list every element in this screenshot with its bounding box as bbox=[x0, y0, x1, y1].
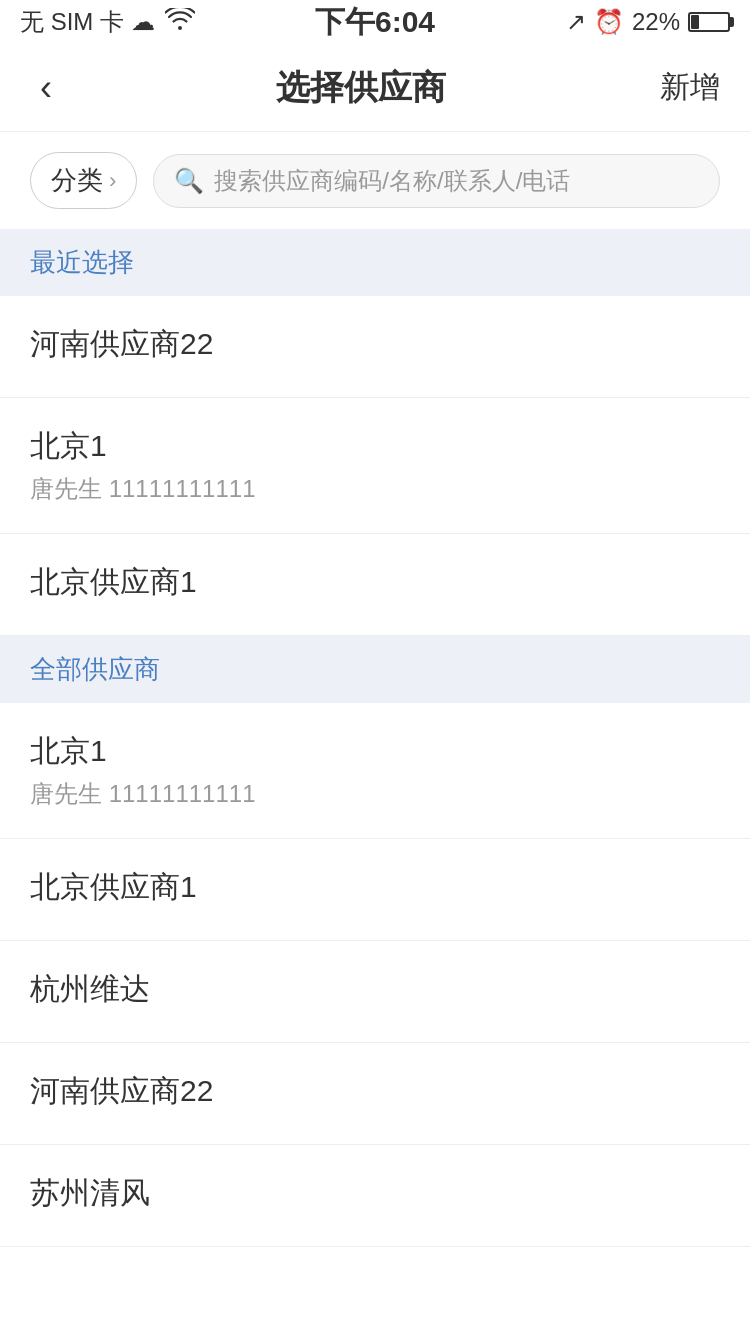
item-name: 河南供应商22 bbox=[30, 1071, 720, 1112]
wifi-icon bbox=[165, 8, 195, 36]
add-button[interactable]: 新增 bbox=[660, 67, 720, 108]
item-name: 河南供应商22 bbox=[30, 324, 720, 365]
item-name: 杭州维达 bbox=[30, 969, 720, 1010]
location-icon: ↗ bbox=[566, 8, 586, 36]
back-button[interactable]: ‹ bbox=[30, 57, 62, 119]
all-list-item[interactable]: 河南供应商22 bbox=[0, 1043, 750, 1145]
all-list-item[interactable]: 北京1 唐先生 11111111111 bbox=[0, 703, 750, 839]
alarm-icon: ⏰ bbox=[594, 8, 624, 36]
recent-list-item[interactable]: 河南供应商22 bbox=[0, 296, 750, 398]
category-label: 分类 bbox=[51, 163, 103, 198]
chevron-right-icon: › bbox=[109, 168, 116, 194]
battery-icon bbox=[688, 12, 730, 32]
item-name: 北京1 bbox=[30, 426, 720, 467]
search-placeholder: 搜索供应商编码/名称/联系人/电话 bbox=[214, 165, 570, 197]
all-list-item[interactable]: 北京供应商1 bbox=[0, 839, 750, 941]
recent-section-header: 最近选择 bbox=[0, 229, 750, 296]
status-time: 下午6:04 bbox=[315, 2, 435, 43]
all-list-item[interactable]: 苏州清风 bbox=[0, 1145, 750, 1247]
all-list: 北京1 唐先生 11111111111 北京供应商1 杭州维达河南供应商22 苏州清风 bbox=[0, 703, 750, 1247]
recent-list-item[interactable]: 北京供应商1 bbox=[0, 534, 750, 636]
item-sub: 唐先生 11111111111 bbox=[30, 778, 720, 810]
sim-status: 无 SIM 卡 ☁ bbox=[20, 6, 155, 38]
status-right: ↗ ⏰ 22% bbox=[566, 8, 730, 36]
item-name: 北京1 bbox=[30, 731, 720, 772]
search-box[interactable]: 🔍 搜索供应商编码/名称/联系人/电话 bbox=[153, 154, 720, 208]
item-sub: 唐先生 11111111111 bbox=[30, 473, 720, 505]
nav-bar: ‹ 选择供应商 新增 bbox=[0, 44, 750, 132]
battery-percent: 22% bbox=[632, 8, 680, 36]
all-section-label: 全部供应商 bbox=[30, 654, 160, 684]
item-name: 北京供应商1 bbox=[30, 562, 720, 603]
search-icon: 🔍 bbox=[174, 167, 204, 195]
all-list-item[interactable]: 杭州维达 bbox=[0, 941, 750, 1043]
nav-title: 选择供应商 bbox=[276, 65, 446, 111]
recent-section-label: 最近选择 bbox=[30, 247, 134, 277]
status-bar: 无 SIM 卡 ☁ 下午6:04 ↗ ⏰ 22% bbox=[0, 0, 750, 44]
recent-list-item[interactable]: 北京1 唐先生 11111111111 bbox=[0, 398, 750, 534]
item-name: 苏州清风 bbox=[30, 1173, 720, 1214]
recent-list: 河南供应商22 北京1 唐先生 11111111111 北京供应商1 bbox=[0, 296, 750, 636]
status-left: 无 SIM 卡 ☁ bbox=[20, 6, 195, 38]
all-section-header: 全部供应商 bbox=[0, 636, 750, 703]
item-name: 北京供应商1 bbox=[30, 867, 720, 908]
category-button[interactable]: 分类 › bbox=[30, 152, 137, 209]
filter-bar: 分类 › 🔍 搜索供应商编码/名称/联系人/电话 bbox=[0, 132, 750, 229]
